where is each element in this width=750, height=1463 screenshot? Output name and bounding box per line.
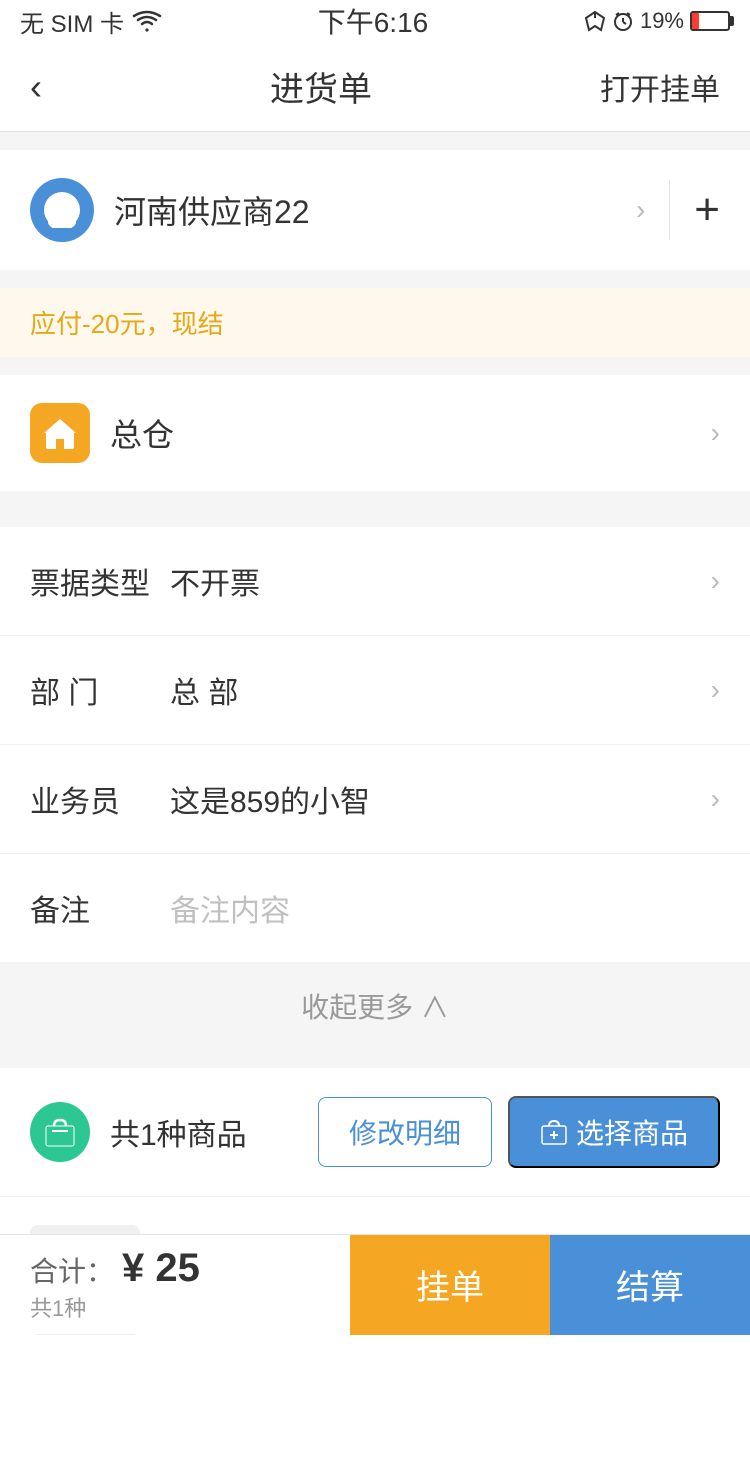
cart-icon <box>540 1118 568 1146</box>
battery-icon <box>690 11 730 31</box>
salesperson-value: 这是859的小智 <box>150 777 711 821</box>
status-time: 下午6:16 <box>318 1 429 41</box>
edit-detail-button[interactable]: 修改明细 <box>318 1097 492 1167</box>
department-label: 部 门 <box>30 668 150 712</box>
salesperson-chevron-icon: › <box>711 783 720 815</box>
notes-placeholder: 备注内容 <box>150 886 720 930</box>
select-product-label: 选择商品 <box>576 1112 688 1152</box>
notes-row[interactable]: 备注 备注内容 <box>0 854 750 962</box>
supplier-section: 河南供应商22 › + <box>0 150 750 270</box>
select-product-button[interactable]: 选择商品 <box>508 1096 720 1168</box>
open-hold-button[interactable]: 打开挂单 <box>600 65 720 109</box>
collapse-button[interactable]: 收起更多 ∧ <box>0 962 750 1050</box>
carrier-label: 无 SIM 卡 <box>20 4 124 39</box>
page-title: 进货单 <box>270 62 372 111</box>
products-count: 共1种商品 <box>110 1110 318 1154</box>
ticket-type-value: 不开票 <box>150 559 711 603</box>
bottom-bar: 合计： ¥ 25 共1种 挂单 结算 <box>0 1234 750 1334</box>
products-header: 共1种商品 修改明细 选择商品 <box>0 1068 750 1196</box>
warehouse-icon <box>30 403 90 463</box>
department-chevron-icon: › <box>711 674 720 706</box>
balance-notice: 应付-20元，现结 <box>0 288 750 357</box>
supplier-name: 河南供应商22 <box>114 187 636 233</box>
status-left: 无 SIM 卡 <box>20 4 162 39</box>
department-row[interactable]: 部 门 总 部 › <box>0 636 750 745</box>
department-value: 总 部 <box>150 668 711 712</box>
warehouse-name: 总仓 <box>110 410 711 456</box>
supplier-avatar <box>30 178 94 242</box>
warehouse-section[interactable]: 总仓 › <box>0 375 750 491</box>
checkout-button[interactable]: 结算 <box>550 1235 750 1335</box>
add-button[interactable]: + <box>694 185 720 235</box>
back-button[interactable]: ‹ <box>30 66 42 108</box>
status-right: 19% <box>584 8 730 34</box>
total-section: 合计： ¥ 25 共1种 <box>0 1246 350 1323</box>
notes-label: 备注 <box>30 886 150 930</box>
wifi-icon <box>132 10 162 32</box>
ticket-type-label: 票据类型 <box>30 559 150 603</box>
ticket-chevron-icon: › <box>711 565 720 597</box>
salesperson-label: 业务员 <box>30 777 150 821</box>
nav-bar: ‹ 进货单 打开挂单 <box>0 42 750 132</box>
ticket-type-row[interactable]: 票据类型 不开票 › <box>0 527 750 636</box>
supplier-row[interactable]: 河南供应商22 › + <box>0 150 750 270</box>
warehouse-chevron-icon: › <box>711 417 720 449</box>
avatar-icon <box>44 192 80 228</box>
battery-percent: 19% <box>640 8 684 34</box>
status-bar: 无 SIM 卡 下午6:16 19% <box>0 0 750 42</box>
form-section: 票据类型 不开票 › 部 门 总 部 › 业务员 这是859的小智 › 备注 备… <box>0 527 750 962</box>
location-icon <box>584 10 606 32</box>
vertical-divider <box>669 180 670 240</box>
chevron-right-icon: › <box>636 194 645 226</box>
alarm-icon <box>612 10 634 32</box>
total-count: 共1种 <box>30 1291 320 1323</box>
products-icon <box>30 1102 90 1162</box>
hold-button[interactable]: 挂单 <box>350 1235 550 1335</box>
salesperson-row[interactable]: 业务员 这是859的小智 › <box>0 745 750 854</box>
total-label: 合计： <box>30 1250 114 1290</box>
total-amount: ¥ 25 <box>122 1246 200 1291</box>
